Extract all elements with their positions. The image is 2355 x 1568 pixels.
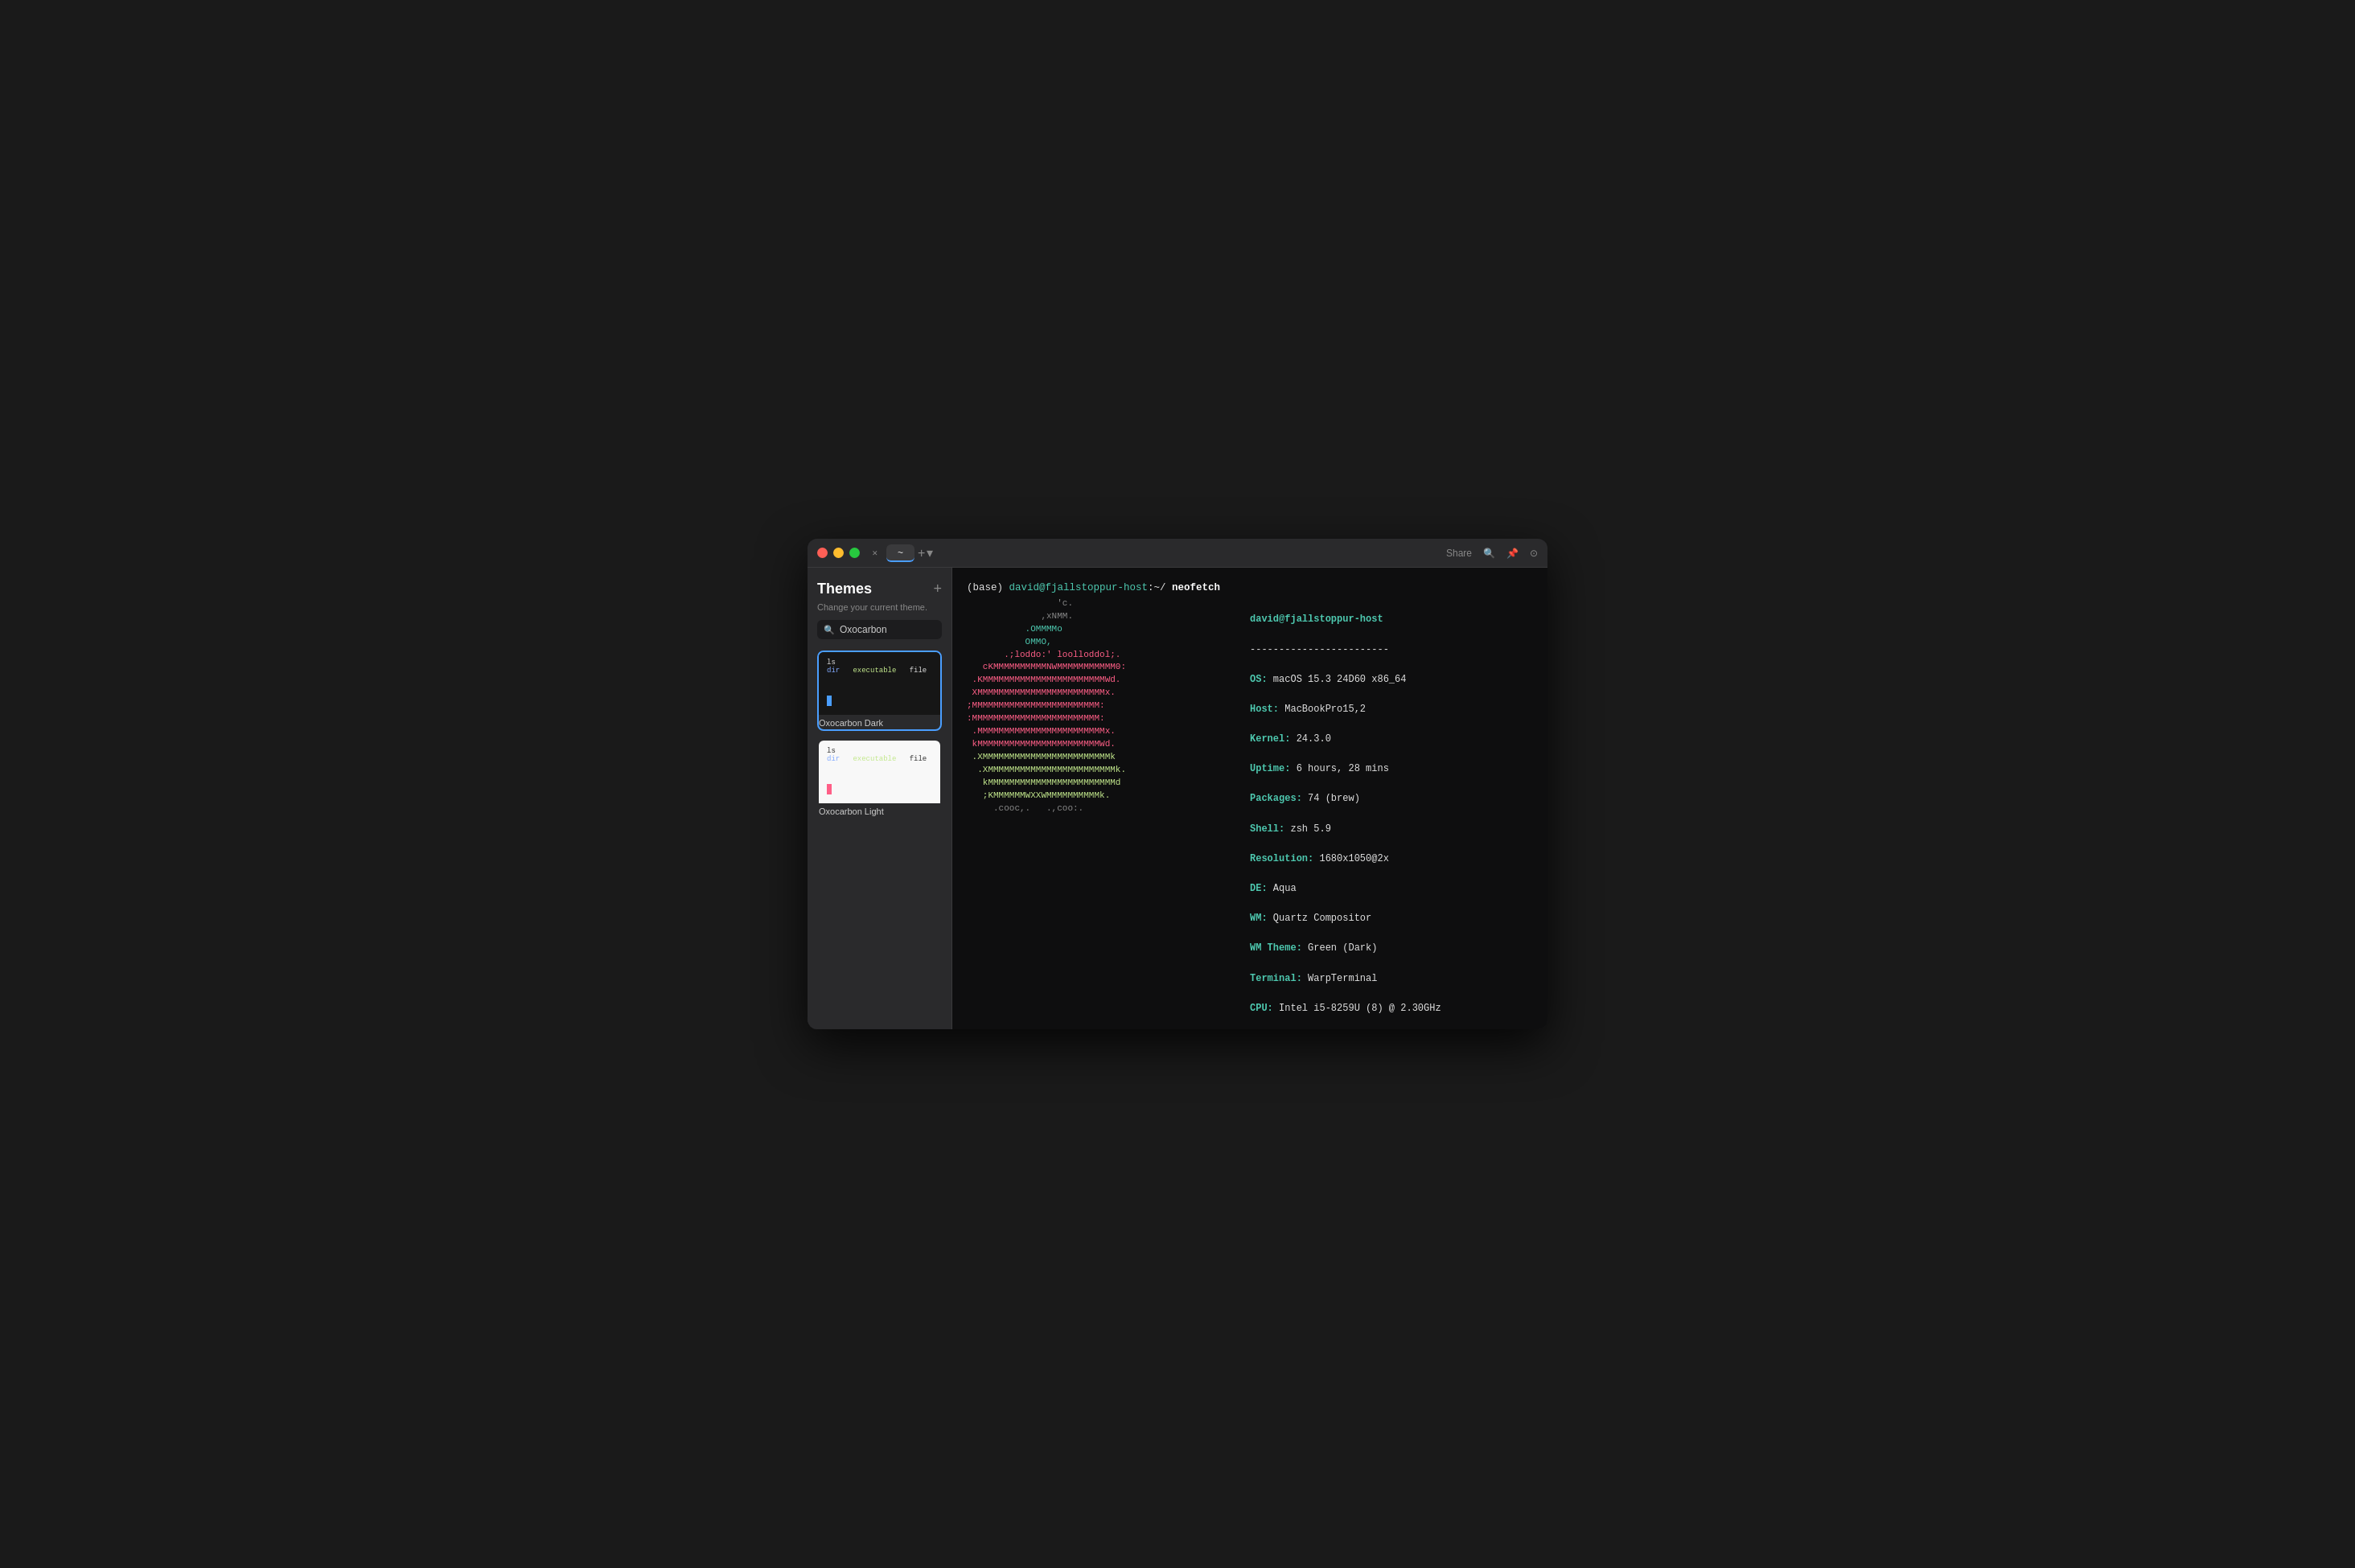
neofetch-command-line: (base) david@fjallstoppur-host:~/ neofet… <box>967 581 1533 596</box>
current-tab[interactable]: ~ <box>886 544 914 562</box>
main-content: Themes + Change your current theme. 🔍 ls… <box>808 568 1547 1029</box>
neofetch-output: 'c. ,xNMM. .OMMMMo OMMO, .;loddo:' looll… <box>967 597 1533 1029</box>
preview-dir-light: dir <box>827 755 840 763</box>
minimize-button[interactable] <box>833 548 844 558</box>
theme-preview-dark: ls dir executable file <box>819 652 940 715</box>
prompt-prefix: (base) <box>967 582 1009 593</box>
theme-name-dark: Oxocarbon Dark <box>819 715 940 729</box>
maximize-button[interactable] <box>849 548 860 558</box>
new-tab-button[interactable]: + ▾ <box>918 545 933 560</box>
prompt-user: david@fjallstoppur-host <box>1009 582 1149 593</box>
close-icon[interactable]: ✕ <box>869 548 880 558</box>
preview-ls-dark: ls <box>827 659 836 667</box>
titlebar: ✕ ~ + ▾ Share 🔍 📌 ⊙ <box>808 539 1547 568</box>
theme-name-light: Oxocarbon Light <box>819 803 940 818</box>
neofetch-cmd: neofetch <box>1172 582 1220 593</box>
preview-file-light: file <box>910 755 927 763</box>
add-theme-button[interactable]: + <box>933 581 942 597</box>
search-button[interactable]: 🔍 <box>1483 548 1495 559</box>
sidebar-subtitle: Change your current theme. <box>817 602 942 612</box>
preview-file-dark: file <box>910 667 927 675</box>
tab-area: ~ + ▾ <box>886 544 1446 562</box>
preview-dir-dark: dir <box>827 667 840 675</box>
search-icon: 🔍 <box>824 625 835 635</box>
preview-cursor-light <box>827 784 832 794</box>
info-user-host: david@fjallstoppur-host <box>1250 614 1383 625</box>
sidebar-title: Themes <box>817 581 872 597</box>
titlebar-actions: Share 🔍 📌 ⊙ <box>1446 548 1538 559</box>
themes-sidebar: Themes + Change your current theme. 🔍 ls… <box>808 568 952 1029</box>
share-button[interactable]: Share <box>1446 548 1472 559</box>
neofetch-art: 'c. ,xNMM. .OMMMMo OMMO, .;loddo:' looll… <box>967 597 1176 1029</box>
search-input[interactable] <box>840 624 935 635</box>
theme-card-light[interactable]: ls dir executable file Oxocarbon Light <box>817 739 942 819</box>
close-button[interactable] <box>817 548 828 558</box>
sidebar-header: Themes + <box>817 581 942 597</box>
prompt-suffix: :~/ <box>1148 582 1172 593</box>
preview-cursor-dark <box>827 696 832 706</box>
search-bar[interactable]: 🔍 <box>817 620 942 639</box>
preview-exec-light: executable <box>853 755 896 763</box>
theme-preview-light: ls dir executable file <box>819 741 940 803</box>
preview-ls-light: ls <box>827 747 836 755</box>
theme-card-dark[interactable]: ls dir executable file Oxocarbon Dark <box>817 651 942 731</box>
app-window: ✕ ~ + ▾ Share 🔍 📌 ⊙ Themes + Change your <box>808 539 1547 1029</box>
neofetch-info: david@fjallstoppur-host ----------------… <box>1192 597 1493 1029</box>
terminal-panel[interactable]: (base) david@fjallstoppur-host:~/ neofet… <box>952 568 1547 1029</box>
preview-exec-dark: executable <box>853 667 896 675</box>
pin-button[interactable]: 📌 <box>1506 548 1519 559</box>
more-button[interactable]: ⊙ <box>1530 548 1538 559</box>
traffic-lights <box>817 548 860 558</box>
